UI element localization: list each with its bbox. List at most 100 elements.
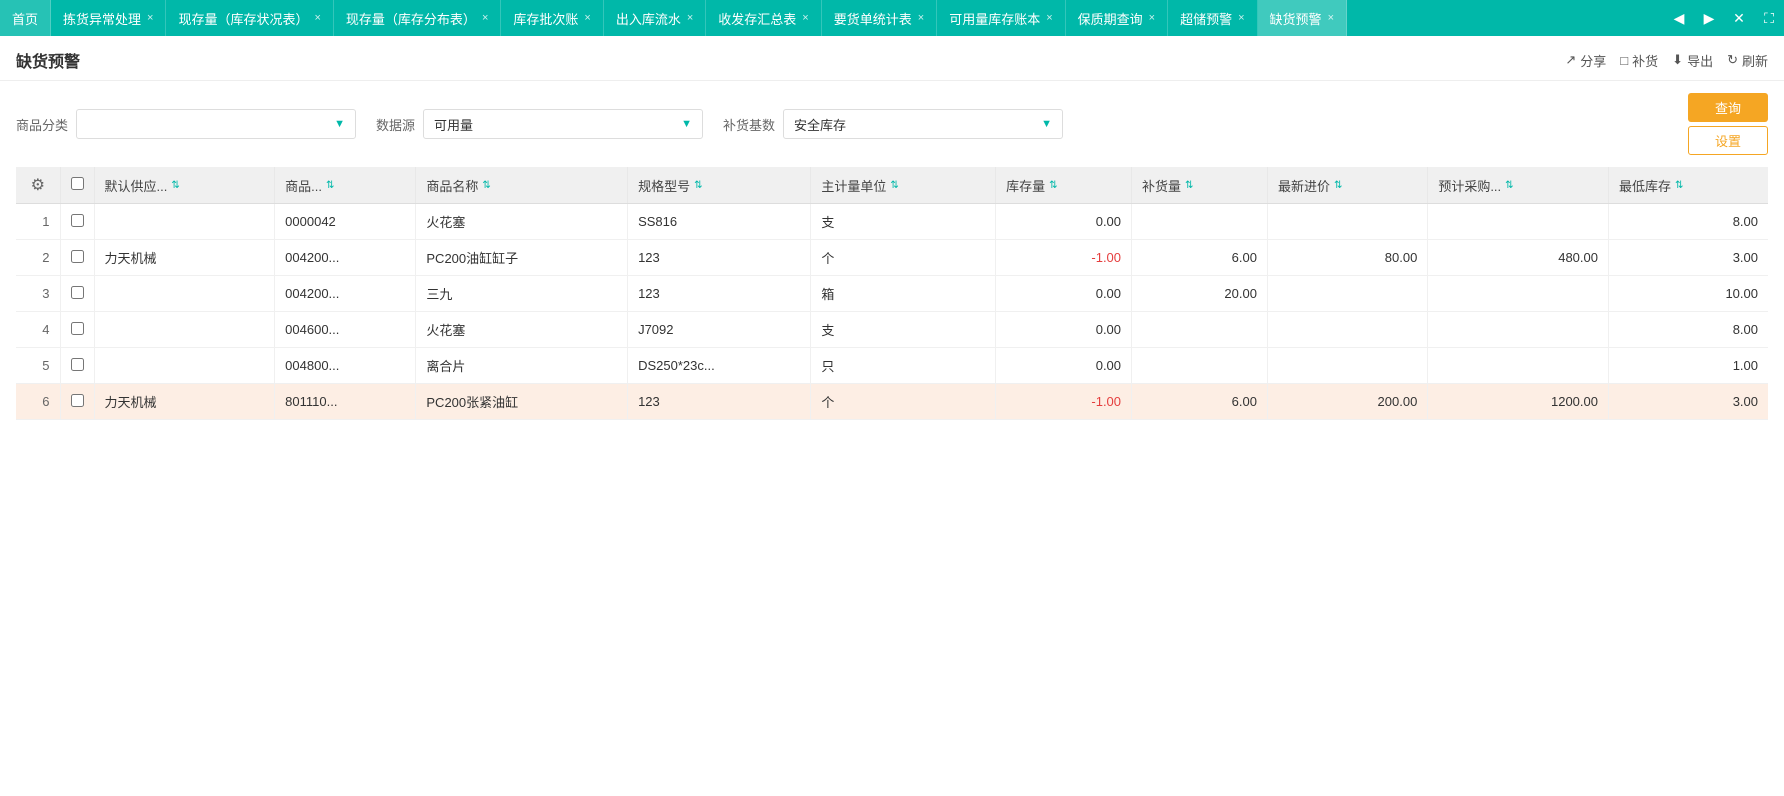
nav-next-button[interactable]: ▶ bbox=[1694, 0, 1724, 36]
close-icon[interactable]: × bbox=[314, 12, 320, 24]
close-icon[interactable]: × bbox=[1328, 12, 1334, 24]
row-checkbox[interactable] bbox=[71, 358, 84, 371]
th-latest-price[interactable]: 最新进价 ⇅ bbox=[1267, 167, 1427, 204]
row-spec: 123 bbox=[628, 276, 811, 312]
nav-prev-button[interactable]: ◀ bbox=[1664, 0, 1694, 36]
table-row: 2 力天机械 004200... PC200油缸缸子 123 个 -1.00 6… bbox=[16, 240, 1768, 276]
restock-base-select[interactable]: 安全库存 ▼ bbox=[783, 109, 1063, 139]
restock-button[interactable]: □ 补货 bbox=[1620, 51, 1658, 70]
nav-tab-home[interactable]: 首页 bbox=[0, 0, 51, 36]
row-supplier: 力天机械 bbox=[94, 240, 275, 276]
select-all-checkbox[interactable] bbox=[71, 177, 84, 190]
nav-fullscreen-button[interactable]: ⛶ bbox=[1754, 0, 1784, 36]
nav-tab-expiry[interactable]: 保质期查询 × bbox=[1066, 0, 1168, 36]
close-icon[interactable]: × bbox=[687, 12, 693, 24]
th-restock-qty[interactable]: 补货量 ⇅ bbox=[1132, 167, 1268, 204]
row-min-stock: 8.00 bbox=[1608, 312, 1768, 348]
row-product-name: 火花塞 bbox=[416, 204, 628, 240]
settings-button[interactable]: 设置 bbox=[1688, 126, 1768, 155]
nav-close-button[interactable]: ✕ bbox=[1724, 0, 1754, 36]
sort-icon: ⇅ bbox=[482, 180, 490, 191]
row-restock-qty bbox=[1132, 348, 1268, 384]
row-est-purchase bbox=[1428, 204, 1609, 240]
row-min-stock: 1.00 bbox=[1608, 348, 1768, 384]
row-supplier bbox=[94, 348, 275, 384]
row-checkbox-cell[interactable] bbox=[60, 204, 94, 240]
row-checkbox-cell[interactable] bbox=[60, 240, 94, 276]
datasource-filter: 数据源 可用量 ▼ bbox=[376, 109, 703, 139]
close-icon[interactable]: × bbox=[147, 12, 153, 24]
close-icon[interactable]: × bbox=[918, 12, 924, 24]
row-checkbox-cell[interactable] bbox=[60, 312, 94, 348]
row-stock: 0.00 bbox=[996, 276, 1132, 312]
row-latest-price bbox=[1267, 204, 1427, 240]
row-stock: -1.00 bbox=[996, 240, 1132, 276]
sort-icon: ⇅ bbox=[1185, 180, 1193, 191]
nav-tab-stock2[interactable]: 现存量（库存分布表） × bbox=[334, 0, 501, 36]
export-button[interactable]: ⬇ 导出 bbox=[1672, 51, 1713, 70]
nav-tab-order[interactable]: 要货单统计表 × bbox=[822, 0, 937, 36]
th-unit[interactable]: 主计量单位 ⇅ bbox=[811, 167, 996, 204]
nav-tab-summary[interactable]: 收发存汇总表 × bbox=[706, 0, 821, 36]
data-table: ⚙ 默认供应... ⇅ 商品... ⇅ bbox=[16, 167, 1768, 420]
row-checkbox-cell[interactable] bbox=[60, 384, 94, 420]
close-icon[interactable]: × bbox=[482, 12, 488, 24]
row-supplier bbox=[94, 204, 275, 240]
datasource-select[interactable]: 可用量 ▼ bbox=[423, 109, 703, 139]
header-actions: ↗ 分享 □ 补货 ⬇ 导出 ↻ 刷新 bbox=[1565, 51, 1768, 70]
close-icon[interactable]: × bbox=[802, 12, 808, 24]
row-spec: 123 bbox=[628, 240, 811, 276]
restock-base-filter: 补货基数 安全库存 ▼ bbox=[723, 109, 1063, 139]
row-spec: SS816 bbox=[628, 204, 811, 240]
th-product-code[interactable]: 商品... ⇅ bbox=[275, 167, 416, 204]
page-header: 缺货预警 ↗ 分享 □ 补货 ⬇ 导出 ↻ 刷新 bbox=[0, 36, 1784, 81]
row-checkbox-cell[interactable] bbox=[60, 276, 94, 312]
nav-tab-stock1[interactable]: 现存量（库存状况表） × bbox=[166, 0, 333, 36]
refresh-button[interactable]: ↻ 刷新 bbox=[1727, 51, 1768, 70]
row-stock: -1.00 bbox=[996, 384, 1132, 420]
nav-tab-available[interactable]: 可用量库存账本 × bbox=[937, 0, 1065, 36]
row-stock: 0.00 bbox=[996, 348, 1132, 384]
th-stock[interactable]: 库存量 ⇅ bbox=[996, 167, 1132, 204]
th-supplier[interactable]: 默认供应... ⇅ bbox=[94, 167, 275, 204]
row-checkbox[interactable] bbox=[71, 214, 84, 227]
th-settings[interactable]: ⚙ bbox=[16, 167, 60, 204]
nav-tab-overstock[interactable]: 超储预警 × bbox=[1168, 0, 1257, 36]
row-checkbox-cell[interactable] bbox=[60, 348, 94, 384]
nav-tab-picking[interactable]: 拣货异常处理 × bbox=[51, 0, 166, 36]
th-spec[interactable]: 规格型号 ⇅ bbox=[628, 167, 811, 204]
nav-tab-shortage[interactable]: 缺货预警 × bbox=[1258, 0, 1347, 36]
th-min-stock[interactable]: 最低库存 ⇅ bbox=[1608, 167, 1768, 204]
datasource-label: 数据源 bbox=[376, 115, 415, 134]
close-icon[interactable]: × bbox=[1238, 12, 1244, 24]
close-icon[interactable]: × bbox=[584, 12, 590, 24]
row-checkbox[interactable] bbox=[71, 322, 84, 335]
close-icon[interactable]: × bbox=[1149, 12, 1155, 24]
row-stock: 0.00 bbox=[996, 204, 1132, 240]
row-unit: 箱 bbox=[811, 276, 996, 312]
refresh-icon: ↻ bbox=[1727, 52, 1738, 68]
row-checkbox[interactable] bbox=[71, 286, 84, 299]
table-container: ⚙ 默认供应... ⇅ 商品... ⇅ bbox=[0, 167, 1784, 420]
category-select[interactable]: ▼ bbox=[76, 109, 356, 139]
category-filter: 商品分类 ▼ bbox=[16, 109, 356, 139]
row-latest-price: 200.00 bbox=[1267, 384, 1427, 420]
row-product-name: PC200油缸缸子 bbox=[416, 240, 628, 276]
close-icon[interactable]: × bbox=[1046, 12, 1052, 24]
nav-tab-batch[interactable]: 库存批次账 × bbox=[501, 0, 603, 36]
share-button[interactable]: ↗ 分享 bbox=[1565, 51, 1606, 70]
row-checkbox[interactable] bbox=[71, 394, 84, 407]
share-icon: ↗ bbox=[1565, 52, 1576, 68]
nav-tab-flow[interactable]: 出入库流水 × bbox=[604, 0, 706, 36]
row-checkbox[interactable] bbox=[71, 250, 84, 263]
query-button[interactable]: 查询 bbox=[1688, 93, 1768, 122]
row-restock-qty: 20.00 bbox=[1132, 276, 1268, 312]
row-min-stock: 10.00 bbox=[1608, 276, 1768, 312]
th-product-name[interactable]: 商品名称 ⇅ bbox=[416, 167, 628, 204]
row-supplier: 力天机械 bbox=[94, 384, 275, 420]
top-nav: 首页 拣货异常处理 × 现存量（库存状况表） × 现存量（库存分布表） × 库存… bbox=[0, 0, 1784, 36]
th-est-purchase[interactable]: 预计采购... ⇅ bbox=[1428, 167, 1609, 204]
th-checkbox[interactable] bbox=[60, 167, 94, 204]
gear-icon[interactable]: ⚙ bbox=[31, 177, 45, 194]
row-number: 2 bbox=[16, 240, 60, 276]
